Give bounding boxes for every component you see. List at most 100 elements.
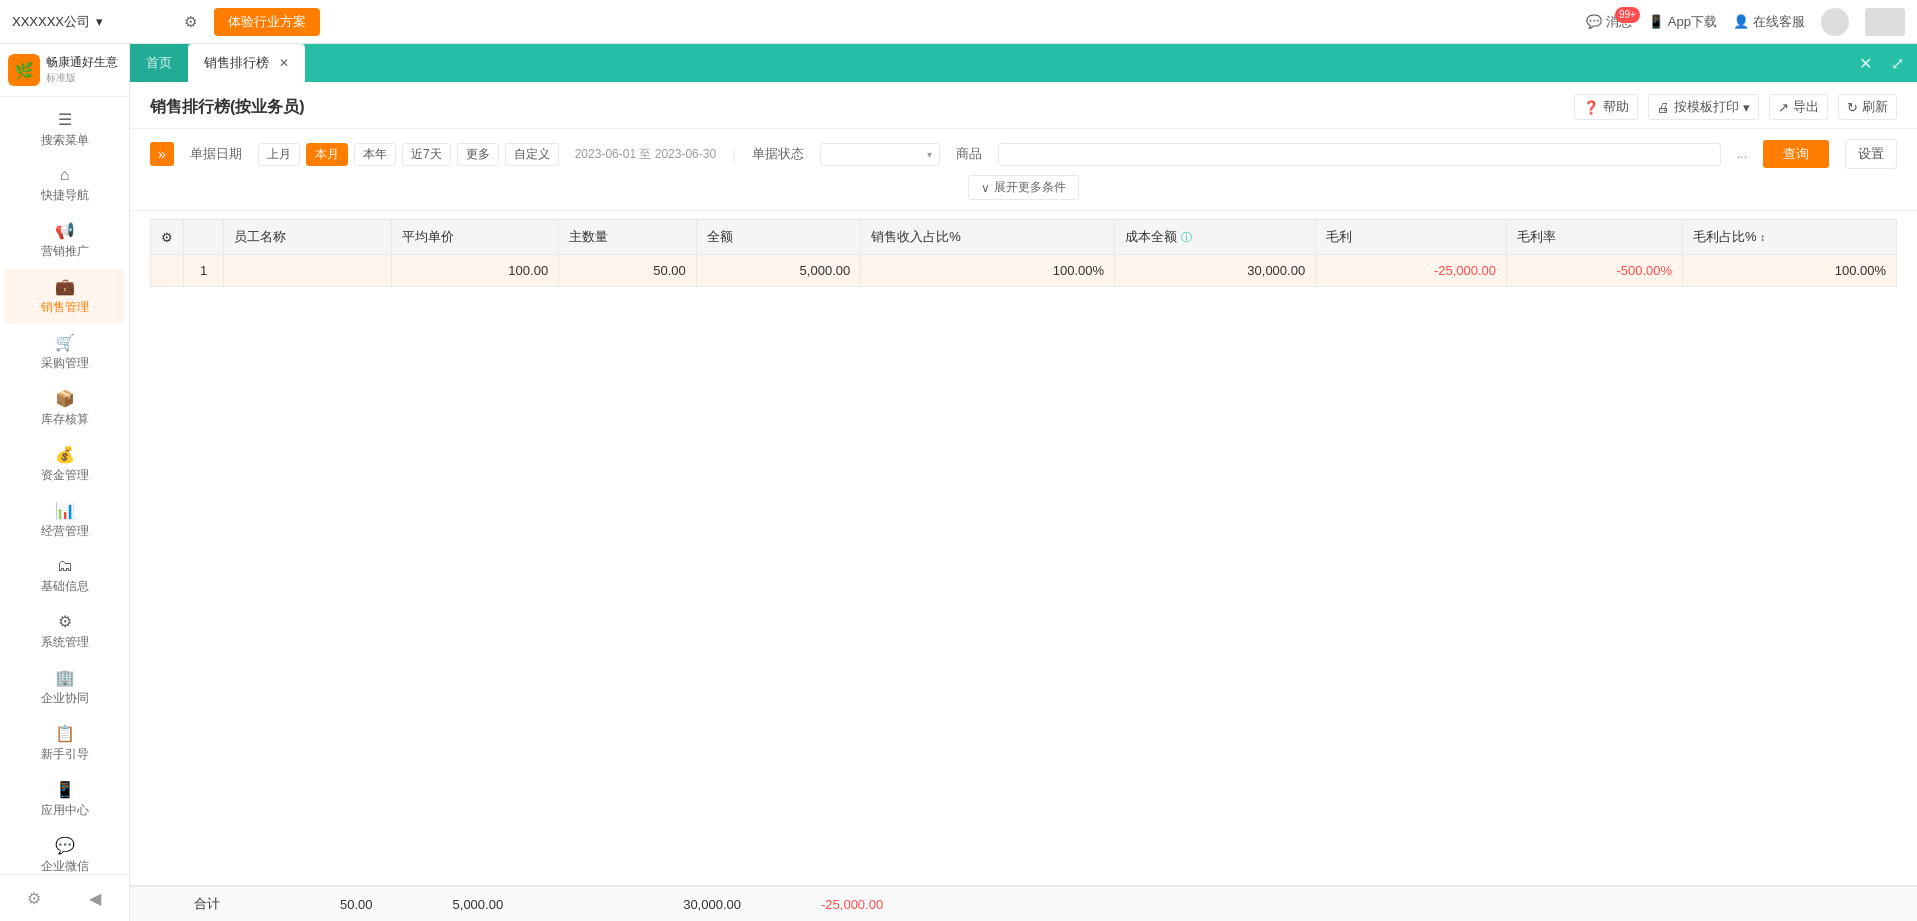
trial-button[interactable]: 体验行业方案	[214, 8, 320, 36]
page-header: 销售排行榜(按业务员) ❓ 帮助 🖨 按模板打印 ▾ ↗ 导出	[130, 82, 1917, 129]
print-button[interactable]: 🖨 按模板打印 ▾	[1648, 94, 1759, 120]
status-select[interactable]	[820, 143, 940, 166]
sidebar-item-apps[interactable]: 📱 应用中心	[4, 772, 125, 827]
sidebar: 🌿 畅康通好生意 标准版 ☰ 搜索菜单 ⌂ 快捷导航 📢 营销推广 💼 销售管理	[0, 44, 130, 921]
help-button[interactable]: ❓ 帮助	[1574, 94, 1638, 120]
more-filter-btn[interactable]: ...	[1737, 147, 1747, 161]
company-selector[interactable]: XXXXXX公司 ▾	[12, 13, 172, 31]
message-btn[interactable]: 💬 消息 99+	[1586, 13, 1632, 31]
brand-text-group: 畅康通好生意 标准版	[46, 55, 118, 85]
row-gross-rate: -500.00%	[1507, 255, 1683, 287]
row-rank: 1	[184, 255, 224, 287]
footer-qty: 50.00	[330, 897, 383, 912]
col-employee: 员工名称	[224, 220, 392, 255]
sort-icon[interactable]: ↕	[1760, 232, 1765, 243]
export-icon: ↗	[1778, 100, 1789, 115]
operations-icon: 📊	[55, 501, 75, 520]
tab-close-all-icon[interactable]: ✕	[1853, 51, 1877, 75]
sidebar-item-finance[interactable]: 💰 资金管理	[4, 437, 125, 492]
sidebar-item-label: 库存核算	[41, 411, 89, 428]
system-icon: ⚙	[58, 612, 72, 631]
row-qty: 50.00	[559, 255, 697, 287]
row-employee	[224, 255, 392, 287]
app-label: App下载	[1668, 13, 1717, 31]
prev-month-btn[interactable]: 上月	[258, 143, 300, 166]
more-date-btn[interactable]: 更多	[457, 143, 499, 166]
status-label: 单据状态	[752, 145, 804, 163]
expand-more-button[interactable]: ∨ 展开更多条件	[968, 175, 1079, 200]
sidebar-item-search-order[interactable]: ☰ 搜索菜单	[4, 102, 125, 157]
enterprise-icon: 🏢	[55, 668, 75, 687]
sidebar-item-sales[interactable]: 💼 销售管理	[4, 269, 125, 324]
table-footer: 合计 50.00 5,000.00 30,000.00 -25,000.00	[130, 885, 1917, 921]
sidebar-item-purchase[interactable]: 🛒 采购管理	[4, 325, 125, 380]
sidebar-item-quick-nav[interactable]: ⌂ 快捷导航	[4, 158, 125, 212]
data-table: ⚙ 员工名称 平均单价 主数量 全额 销售收入占比% 成本全额 ⓘ 毛利 毛利率…	[150, 219, 1897, 287]
company-name: XXXXXX公司	[12, 13, 90, 31]
purchase-icon: 🛒	[55, 333, 75, 352]
basic-info-icon: 🗂	[57, 557, 73, 575]
print-chevron-icon: ▾	[1743, 100, 1750, 115]
query-button[interactable]: 查询	[1763, 140, 1829, 168]
custom-date-btn[interactable]: 自定义	[505, 143, 559, 166]
app-icon: 📱	[1648, 14, 1664, 29]
tab-home[interactable]: 首页	[130, 44, 188, 82]
tab-sales-rank[interactable]: 销售排行榜 ✕	[188, 44, 305, 82]
online-service-btn[interactable]: 👤 在线客服	[1733, 13, 1805, 31]
expand-more-icon: ∨	[981, 181, 990, 195]
sales-icon: 💼	[55, 277, 75, 296]
sidebar-item-inventory[interactable]: 📦 库存核算	[4, 381, 125, 436]
guide-icon: 📋	[55, 724, 75, 743]
message-badge: 99+	[1615, 7, 1640, 23]
app-download-btn[interactable]: 📱 App下载	[1648, 13, 1717, 31]
inventory-icon: 📦	[55, 389, 75, 408]
sidebar-bottom-settings-icon[interactable]: ⚙	[19, 883, 49, 913]
sidebar-item-label: 系统管理	[41, 634, 89, 651]
col-avg-price: 平均单价	[391, 220, 559, 255]
row-amount: 5,000.00	[696, 255, 860, 287]
sidebar-item-enterprise[interactable]: 🏢 企业协同	[4, 660, 125, 715]
footer-cost: 30,000.00	[673, 897, 751, 912]
print-icon: 🖨	[1657, 100, 1670, 115]
filter-divider-1: |	[732, 147, 735, 162]
sidebar-item-basic-info[interactable]: 🗂 基础信息	[4, 549, 125, 603]
goods-input[interactable]	[998, 143, 1721, 166]
sidebar-item-label: 资金管理	[41, 467, 89, 484]
sidebar-item-operations[interactable]: 📊 经营管理	[4, 493, 125, 548]
search-order-icon: ☰	[58, 110, 72, 129]
footer-total-label: 合计	[150, 895, 230, 913]
sidebar-item-label: 应用中心	[41, 802, 89, 819]
sidebar-item-wechat[interactable]: 💬 企业微信	[4, 828, 125, 874]
sidebar-item-guide[interactable]: 📋 新手引导	[4, 716, 125, 771]
sidebar-item-system[interactable]: ⚙ 系统管理	[4, 604, 125, 659]
tab-maximize-icon[interactable]: ⤢	[1885, 51, 1909, 75]
row-cost: 30,000.00	[1115, 255, 1316, 287]
col-settings[interactable]: ⚙	[151, 220, 184, 255]
top-header: XXXXXX公司 ▾ ⚙ 体验行业方案 💬 消息 99+ 📱 App下载 👤 在…	[0, 0, 1917, 44]
finance-icon: 💰	[55, 445, 75, 464]
filter-expand-button[interactable]: »	[150, 142, 174, 166]
header-right: 💬 消息 99+ 📱 App下载 👤 在线客服	[1586, 8, 1905, 36]
date-range-group: 上月 本月 本年 近7天 更多 自定义	[258, 143, 559, 166]
user-avatar[interactable]	[1821, 8, 1849, 36]
page-title: 销售排行榜(按业务员)	[150, 97, 305, 118]
cost-info-icon: ⓘ	[1181, 231, 1192, 243]
header-settings-icon[interactable]: ⚙	[176, 8, 204, 36]
this-year-btn[interactable]: 本年	[354, 143, 396, 166]
tab-bar: 首页 销售排行榜 ✕ ✕ ⤢	[130, 44, 1917, 82]
tab-sales-rank-close-icon[interactable]: ✕	[279, 56, 289, 70]
sidebar-item-marketing[interactable]: 📢 营销推广	[4, 213, 125, 268]
sidebar-collapse-icon[interactable]: ◀	[80, 883, 110, 913]
table-row: 1 100.00 50.00 5,000.00 100.00% 30,000.0…	[151, 255, 1897, 287]
filter-expand-icon: »	[158, 146, 166, 162]
col-gross: 毛利	[1316, 220, 1507, 255]
date-range-display: 2023-06-01 至 2023-06-30	[575, 146, 716, 163]
company-chevron: ▾	[96, 14, 103, 29]
this-month-btn[interactable]: 本月	[306, 143, 348, 166]
sidebar-item-label: 搜索菜单	[41, 132, 89, 149]
sidebar-item-label: 销售管理	[41, 299, 89, 316]
refresh-button[interactable]: ↻ 刷新	[1838, 94, 1897, 120]
last-7-days-btn[interactable]: 近7天	[402, 143, 451, 166]
settings-button[interactable]: 设置	[1845, 139, 1897, 169]
export-button[interactable]: ↗ 导出	[1769, 94, 1828, 120]
